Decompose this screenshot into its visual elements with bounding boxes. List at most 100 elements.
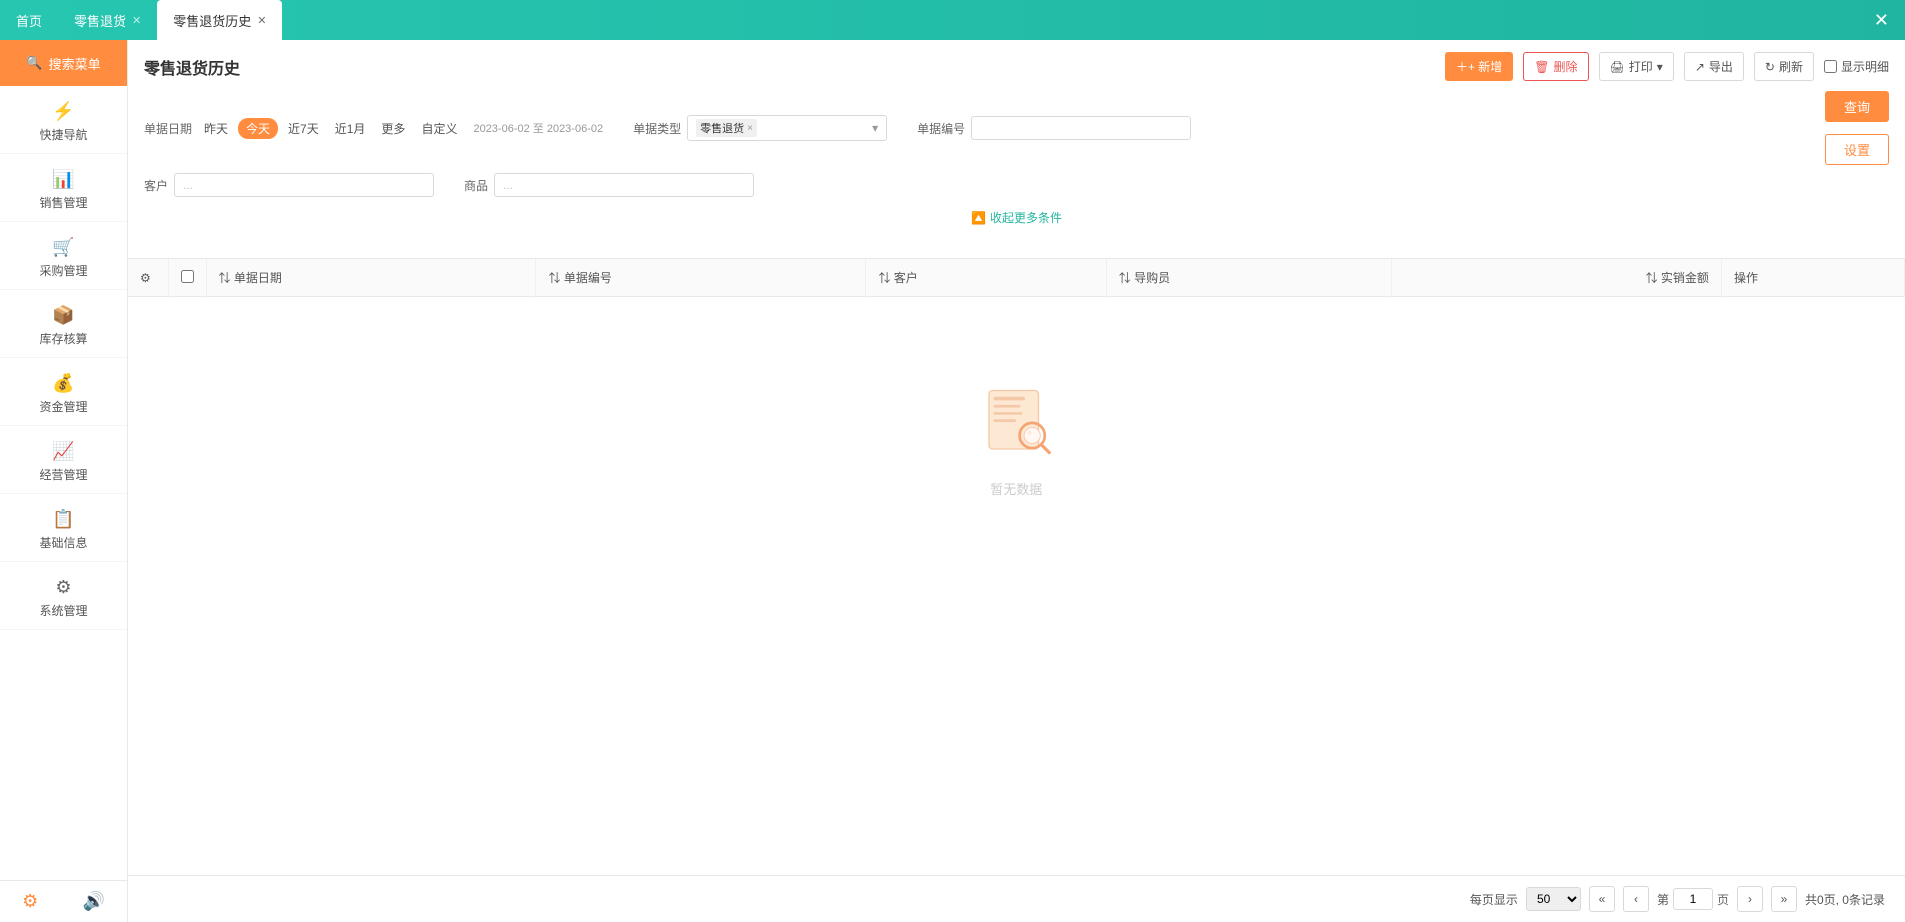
sales-mgmt-icon: 📊 — [53, 168, 75, 190]
collapse-up-icon: 🔼 — [971, 211, 986, 225]
voucher-type-tag: 零售退货 × — [696, 119, 757, 137]
empty-state: 暂无数据 — [128, 297, 1905, 558]
tab-retail-return-close-icon[interactable]: ✕ — [132, 14, 141, 27]
settings-button[interactable]: 设置 — [1825, 134, 1889, 165]
window-close-button[interactable]: ✕ — [1874, 10, 1905, 31]
tab-retail-return-history-close-icon[interactable]: ✕ — [257, 14, 266, 27]
sidebar-item-purchase-mgmt[interactable]: 🛒 采购管理 — [0, 222, 127, 290]
sidebar-item-quick-nav[interactable]: ⚡ 快捷导航 — [0, 86, 127, 154]
top-bar: 首页 零售退货 ✕ 零售退货历史 ✕ ✕ — [0, 0, 1905, 40]
sidebar-item-basic-info[interactable]: 📋 基础信息 — [0, 494, 127, 562]
date-btn-more[interactable]: 更多 — [375, 118, 411, 139]
sort-guide-icon: ⇅ — [1119, 271, 1131, 285]
prev-page-button[interactable]: ‹ — [1623, 886, 1649, 912]
data-table: ⚙ ⇅ 单据日期 ⇅ 单据编号 — [128, 259, 1905, 558]
sidebar-item-finance[interactable]: 💰 资金管理 — [0, 358, 127, 426]
th-amount[interactable]: ⇅ 实销金额 — [1391, 259, 1721, 297]
page-word: 第 — [1657, 891, 1669, 908]
filter-goods-item: 商品 — [464, 173, 754, 197]
table-header: ⚙ ⇅ 单据日期 ⇅ 单据编号 — [128, 259, 1905, 297]
sort-amount-icon: ⇅ — [1646, 271, 1658, 285]
filter-voucher-no-label: 单据编号 — [917, 120, 965, 137]
customer-input[interactable] — [174, 173, 434, 197]
sidebar-footer: ⚙ 🔊 — [0, 880, 127, 922]
export-icon: ↗ — [1695, 60, 1705, 74]
voucher-type-select[interactable]: 零售退货 × ▾ — [687, 115, 887, 141]
data-table-container[interactable]: ⚙ ⇅ 单据日期 ⇅ 单据编号 — [128, 258, 1905, 875]
sidebar-settings-icon[interactable]: ⚙ — [22, 891, 38, 912]
th-no[interactable]: ⇅ 单据编号 — [536, 259, 866, 297]
table-body: 暂无数据 — [128, 297, 1905, 559]
main-content: 零售退货历史 ＋ + 新增 🗑 删除 🖨 打印 ▾ — [128, 40, 1905, 922]
filter-panel: 零售退货历史 ＋ + 新增 🗑 删除 🖨 打印 ▾ — [128, 40, 1905, 250]
filter-goods-label: 商品 — [464, 177, 488, 194]
purchase-mgmt-icon: 🛒 — [53, 236, 75, 258]
operations-icon: 📈 — [53, 440, 75, 462]
main-layout: 🔍 搜索菜单 ⚡ 快捷导航 📊 销售管理 🛒 采购管理 📦 库存核算 💰 资金管… — [0, 40, 1905, 922]
th-customer[interactable]: ⇅ 客户 — [866, 259, 1106, 297]
page-title: 零售退货历史 — [144, 55, 240, 79]
filter-row-1: 单据日期 昨天 今天 近7天 近1月 更多 自定义 2023-06-02 至 2… — [144, 91, 1889, 165]
th-date[interactable]: ⇅ 单据日期 — [206, 259, 536, 297]
delete-button[interactable]: 🗑 删除 — [1523, 52, 1588, 81]
per-page-label: 每页显示 — [1470, 891, 1518, 908]
filter-voucher-no-item: 单据编号 — [917, 116, 1191, 140]
tab-home[interactable]: 首页 — [0, 0, 58, 40]
total-label: 共0页, 0条记录 — [1805, 891, 1885, 908]
th-checkbox[interactable] — [168, 259, 206, 297]
date-btn-7days[interactable]: 近7天 — [282, 118, 325, 139]
date-btn-1month[interactable]: 近1月 — [329, 118, 372, 139]
sidebar-search-button[interactable]: 🔍 搜索菜单 — [0, 40, 127, 86]
voucher-type-tag-close-icon[interactable]: × — [747, 123, 753, 134]
sidebar-item-operations[interactable]: 📈 经营管理 — [0, 426, 127, 494]
tab-list: 首页 零售退货 ✕ 零售退货历史 ✕ — [0, 0, 1874, 40]
page-title-row: 零售退货历史 ＋ + 新增 🗑 删除 🖨 打印 ▾ — [144, 52, 1889, 81]
date-btn-today[interactable]: 今天 — [238, 118, 278, 139]
sort-customer-icon: ⇅ — [878, 271, 890, 285]
sidebar-item-inventory[interactable]: 📦 库存核算 — [0, 290, 127, 358]
first-page-button[interactable]: « — [1589, 886, 1615, 912]
inventory-icon: 📦 — [53, 304, 75, 326]
sidebar-item-sales-mgmt[interactable]: 📊 销售管理 — [0, 154, 127, 222]
th-setting[interactable]: ⚙ — [128, 259, 168, 297]
print-chevron-icon: ▾ — [1657, 60, 1663, 74]
collapse-button[interactable]: 🔼 收起更多条件 — [961, 205, 1072, 230]
tab-retail-return-history[interactable]: 零售退货历史 ✕ — [157, 0, 282, 40]
voucher-no-input[interactable] — [971, 116, 1191, 140]
export-button[interactable]: ↗ 导出 — [1684, 52, 1744, 81]
tab-retail-return[interactable]: 零售退货 ✕ — [58, 0, 157, 40]
th-guide[interactable]: ⇅ 导购员 — [1106, 259, 1391, 297]
select-all-checkbox[interactable] — [181, 270, 194, 283]
sys-mgmt-icon: ⚙ — [53, 576, 75, 598]
date-btn-yesterday[interactable]: 昨天 — [198, 118, 234, 139]
display-detail-toggle[interactable]: 显示明细 — [1824, 58, 1889, 75]
current-page-wrap: 第 页 — [1657, 888, 1729, 910]
new-icon: ＋ — [1456, 58, 1468, 75]
next-page-button[interactable]: › — [1737, 886, 1763, 912]
filter-voucher-type-label: 单据类型 — [633, 120, 681, 137]
voucher-type-chevron-icon: ▾ — [872, 121, 878, 135]
delete-icon: 🗑 — [1534, 60, 1549, 74]
pagination-bar: 每页显示 10 20 50 100 « ‹ 第 页 › » 共0页, 0条记录 — [128, 875, 1905, 922]
table-setting-icon[interactable]: ⚙ — [140, 271, 151, 285]
last-page-button[interactable]: » — [1771, 886, 1797, 912]
query-button[interactable]: 查询 — [1825, 91, 1889, 122]
refresh-icon: ↻ — [1765, 60, 1775, 74]
goods-input[interactable] — [494, 173, 754, 197]
sidebar-item-sys-mgmt[interactable]: ⚙ 系统管理 — [0, 562, 127, 630]
sort-no-icon: ⇅ — [548, 271, 560, 285]
empty-text: 暂无数据 — [990, 479, 1042, 498]
print-button[interactable]: 🖨 打印 ▾ — [1599, 52, 1674, 81]
sidebar-audio-icon[interactable]: 🔊 — [82, 891, 104, 912]
display-detail-checkbox[interactable] — [1824, 60, 1837, 73]
sort-date-icon: ⇅ — [219, 271, 231, 285]
filter-row-2: 客户 商品 — [144, 173, 1889, 197]
new-button[interactable]: ＋ + 新增 — [1445, 52, 1513, 81]
toolbar: ＋ + 新增 🗑 删除 🖨 打印 ▾ ↗ 导出 — [1445, 52, 1889, 81]
per-page-select[interactable]: 10 20 50 100 — [1526, 887, 1581, 911]
page-label: 页 — [1717, 891, 1729, 908]
page-number-input[interactable] — [1673, 888, 1713, 910]
date-range-display: 2023-06-02 至 2023-06-02 — [473, 120, 603, 136]
date-btn-custom[interactable]: 自定义 — [415, 118, 463, 139]
refresh-button[interactable]: ↻ 刷新 — [1754, 52, 1814, 81]
